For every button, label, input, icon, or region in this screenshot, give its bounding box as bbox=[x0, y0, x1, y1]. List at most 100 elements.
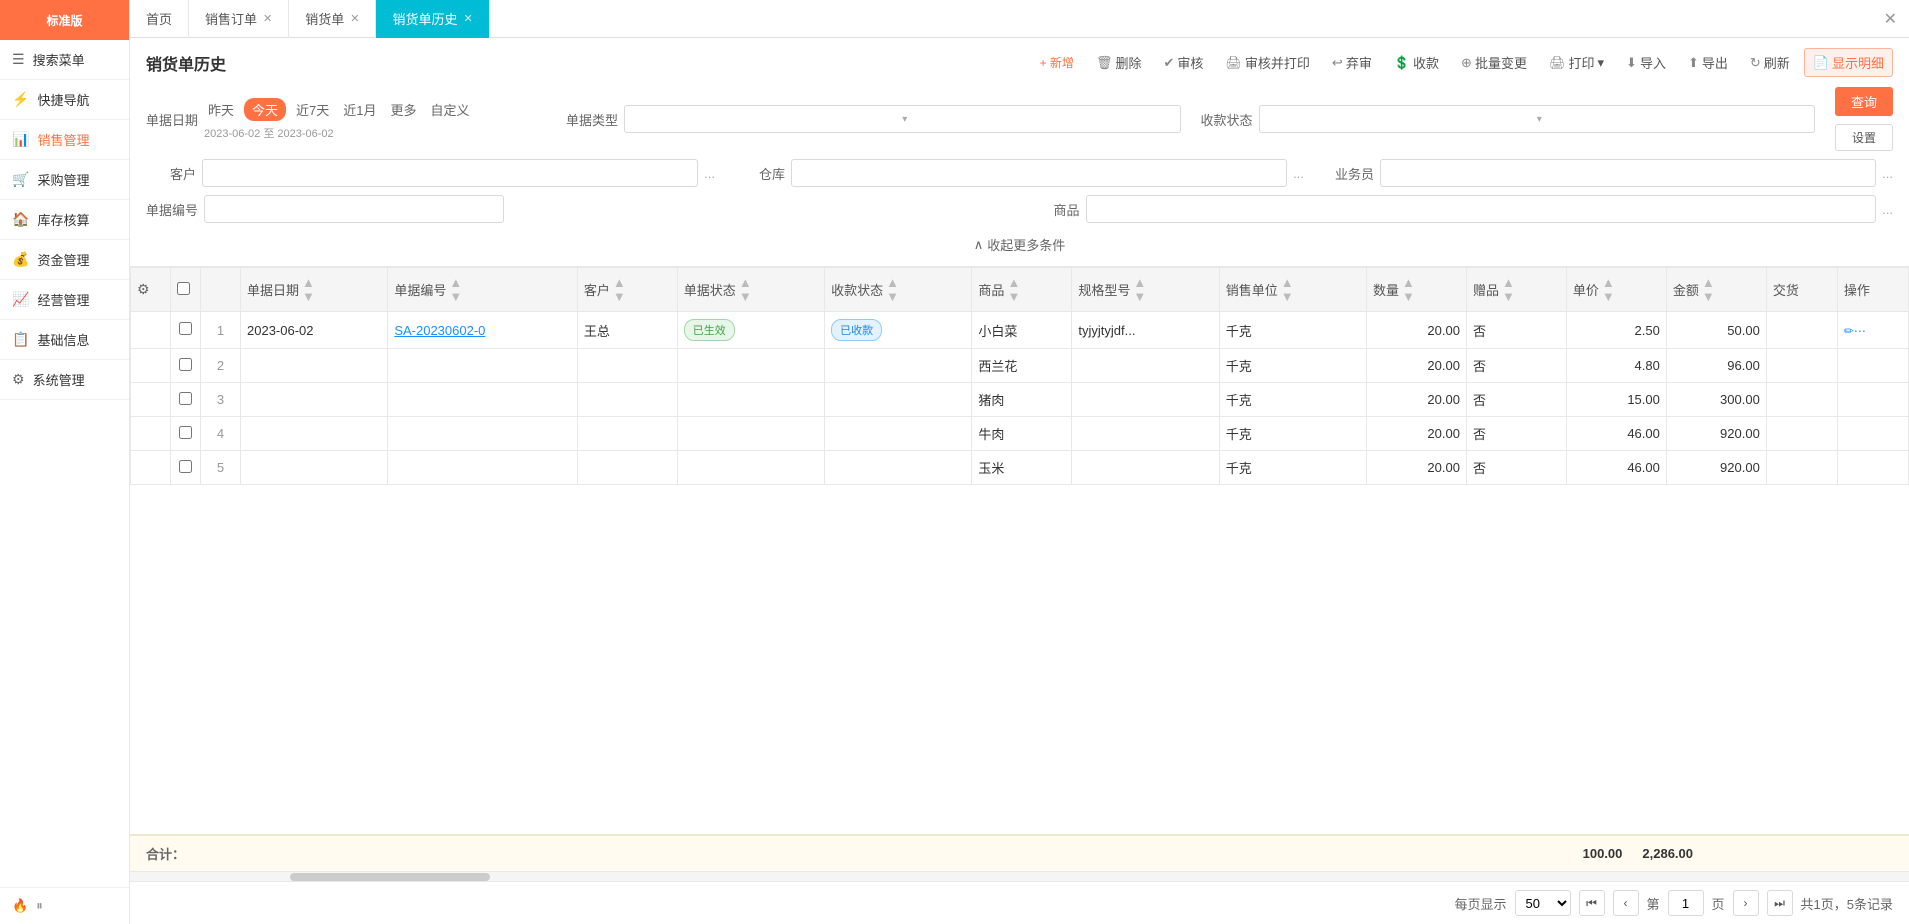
cell-checkbox-4[interactable] bbox=[171, 451, 201, 485]
sidebar-item-system-mgmt[interactable]: ⚙ 系统管理 bbox=[0, 360, 129, 400]
row-checkbox-2[interactable] bbox=[179, 392, 192, 405]
per-page-select[interactable]: 50 100 200 bbox=[1515, 890, 1571, 916]
close-all-tabs[interactable]: ✕ bbox=[1872, 9, 1909, 29]
tab-sales-order[interactable]: 销售订单 ✕ bbox=[189, 0, 289, 38]
tab-home[interactable]: 首页 bbox=[130, 0, 189, 38]
payment-status-select[interactable]: ▾ bbox=[1259, 105, 1815, 133]
col-quantity[interactable]: 数量▲▼ bbox=[1367, 268, 1467, 312]
col-doc-status[interactable]: 单据状态▲▼ bbox=[677, 268, 824, 312]
cell-checkbox-1[interactable] bbox=[171, 349, 201, 383]
next-page-btn[interactable]: › bbox=[1733, 890, 1759, 916]
show-detail-button[interactable]: 📄 显示明细 bbox=[1804, 48, 1893, 77]
col-doc-date[interactable]: 单据日期▲▼ bbox=[241, 268, 388, 312]
sidebar-item-quick-nav[interactable]: ⚡ 快捷导航 bbox=[0, 80, 129, 120]
new-button[interactable]: + 新增 bbox=[1032, 50, 1082, 75]
customer-input[interactable] bbox=[202, 159, 698, 187]
goods-more[interactable]: ... bbox=[1882, 202, 1893, 217]
collapse-filters[interactable]: ∧ 收起更多条件 bbox=[146, 231, 1893, 258]
close-sales-delivery-tab[interactable]: ✕ bbox=[350, 12, 359, 25]
doc-no-link-0[interactable]: SA-20230602-0 bbox=[394, 323, 485, 338]
shortcut-1month[interactable]: 近1月 bbox=[339, 98, 380, 121]
col-goods[interactable]: 商品▲▼ bbox=[972, 268, 1072, 312]
pause-icon: ⏸ bbox=[36, 898, 43, 914]
close-sales-history-tab[interactable]: ✕ bbox=[464, 12, 473, 25]
import-button[interactable]: ⬇ 导入 bbox=[1618, 49, 1674, 76]
col-doc-no[interactable]: 单据编号▲▼ bbox=[388, 268, 578, 312]
doc-type-select[interactable]: ▾ bbox=[624, 105, 1180, 133]
audit-print-icon: 🖨 bbox=[1225, 55, 1242, 71]
scrollbar-thumb[interactable] bbox=[290, 873, 490, 881]
tab-sales-history[interactable]: 销货单历史 ✕ bbox=[376, 0, 489, 38]
doc-no-input[interactable] bbox=[204, 195, 504, 223]
cell-transaction-4 bbox=[1766, 451, 1837, 485]
salesperson-label: 业务员 bbox=[1324, 164, 1374, 183]
row-checkbox-1[interactable] bbox=[179, 358, 192, 371]
row-checkbox-4[interactable] bbox=[179, 460, 192, 473]
batch-change-button[interactable]: ⊕ 批量变更 bbox=[1453, 49, 1535, 76]
col-settings[interactable]: ⚙ bbox=[131, 268, 171, 312]
table-row: 3猪肉千克20.00否15.00300.00 bbox=[131, 383, 1909, 417]
collect-button[interactable]: 💲 收款 bbox=[1386, 49, 1447, 76]
sidebar-item-operations[interactable]: 📈 经营管理 bbox=[0, 280, 129, 320]
shortcut-7days[interactable]: 近7天 bbox=[292, 98, 333, 121]
salesperson-input[interactable] bbox=[1380, 159, 1876, 187]
cell-goods-0: 小白菜 bbox=[972, 312, 1072, 349]
cell-settings-0 bbox=[131, 312, 171, 349]
page-label: 第 bbox=[1647, 894, 1660, 913]
refresh-button[interactable]: ↻ 刷新 bbox=[1742, 49, 1798, 76]
close-sales-order-tab[interactable]: ✕ bbox=[263, 12, 272, 25]
delete-button[interactable]: 🗑 删除 bbox=[1088, 49, 1150, 76]
cell-checkbox-3[interactable] bbox=[171, 417, 201, 451]
last-page-btn[interactable]: ⏭ bbox=[1767, 890, 1793, 916]
print-button[interactable]: 🖨 打印 ▾ bbox=[1541, 49, 1612, 76]
col-customer[interactable]: 客户▲▼ bbox=[577, 268, 677, 312]
cell-checkbox-2[interactable] bbox=[171, 383, 201, 417]
abandon-button[interactable]: ↩ 弃审 bbox=[1324, 49, 1380, 76]
scrollbar-area[interactable] bbox=[130, 871, 1909, 881]
col-unit[interactable]: 销售单位▲▼ bbox=[1219, 268, 1366, 312]
col-payment-status[interactable]: 收款状态▲▼ bbox=[825, 268, 972, 312]
query-button[interactable]: 查询 bbox=[1835, 87, 1893, 116]
customer-more[interactable]: ... bbox=[704, 166, 715, 181]
sidebar-bottom[interactable]: 🔥 ⏸ bbox=[0, 887, 129, 924]
col-amount[interactable]: 金额▲▼ bbox=[1666, 268, 1766, 312]
sidebar-item-inventory[interactable]: 🏠 库存核算 bbox=[0, 200, 129, 240]
more-btn-0[interactable]: ⋯ bbox=[1854, 324, 1866, 338]
shortcut-yesterday[interactable]: 昨天 bbox=[204, 98, 238, 121]
shortcut-custom[interactable]: 自定义 bbox=[427, 98, 474, 121]
shortcut-more[interactable]: 更多 bbox=[387, 98, 421, 121]
setup-button[interactable]: 设置 bbox=[1835, 124, 1893, 151]
warehouse-input[interactable] bbox=[791, 159, 1287, 187]
settings-icon[interactable]: ⚙ bbox=[137, 281, 150, 297]
prev-page-btn[interactable]: ‹ bbox=[1613, 890, 1639, 916]
select-all-checkbox[interactable] bbox=[177, 282, 190, 295]
export-button[interactable]: ⬆ 导出 bbox=[1680, 49, 1736, 76]
sidebar-item-sales-mgmt[interactable]: 📊 销售管理 bbox=[0, 120, 129, 160]
cell-settings-1 bbox=[131, 349, 171, 383]
cell-checkbox-0[interactable] bbox=[171, 312, 201, 349]
row-checkbox-0[interactable] bbox=[179, 322, 192, 335]
cell-settings-3 bbox=[131, 417, 171, 451]
sidebar-item-purchase-mgmt[interactable]: 🛒 采购管理 bbox=[0, 160, 129, 200]
sidebar-item-basic-info[interactable]: 📋 基础信息 bbox=[0, 320, 129, 360]
first-page-btn[interactable]: ⏮ bbox=[1579, 890, 1605, 916]
page-input[interactable] bbox=[1668, 890, 1704, 916]
sidebar-item-finance[interactable]: 💰 资金管理 bbox=[0, 240, 129, 280]
cell-doc-status-0: 已生效 bbox=[677, 312, 824, 349]
tab-sales-delivery[interactable]: 销货单 ✕ bbox=[289, 0, 376, 38]
audit-print-button[interactable]: 🖨 审核并打印 bbox=[1217, 49, 1318, 76]
cell-action-0: ✏⋯ bbox=[1837, 312, 1908, 349]
audit-button[interactable]: ✔ 审核 bbox=[1155, 49, 1211, 76]
goods-input[interactable] bbox=[1086, 195, 1877, 223]
filter-payment-status: 收款状态 ▾ bbox=[1201, 105, 1816, 133]
export-icon: ⬆ bbox=[1688, 55, 1699, 71]
col-unit-price[interactable]: 单价▲▼ bbox=[1566, 268, 1666, 312]
edit-btn-0[interactable]: ✏ bbox=[1844, 324, 1854, 338]
warehouse-more[interactable]: ... bbox=[1293, 166, 1304, 181]
salesperson-more[interactable]: ... bbox=[1882, 166, 1893, 181]
col-gift[interactable]: 赠品▲▼ bbox=[1466, 268, 1566, 312]
sidebar-item-search-menu[interactable]: ☰ 搜索菜单 bbox=[0, 40, 129, 80]
row-checkbox-3[interactable] bbox=[179, 426, 192, 439]
col-spec[interactable]: 规格型号▲▼ bbox=[1072, 268, 1219, 312]
shortcut-today[interactable]: 今天 bbox=[244, 98, 286, 121]
